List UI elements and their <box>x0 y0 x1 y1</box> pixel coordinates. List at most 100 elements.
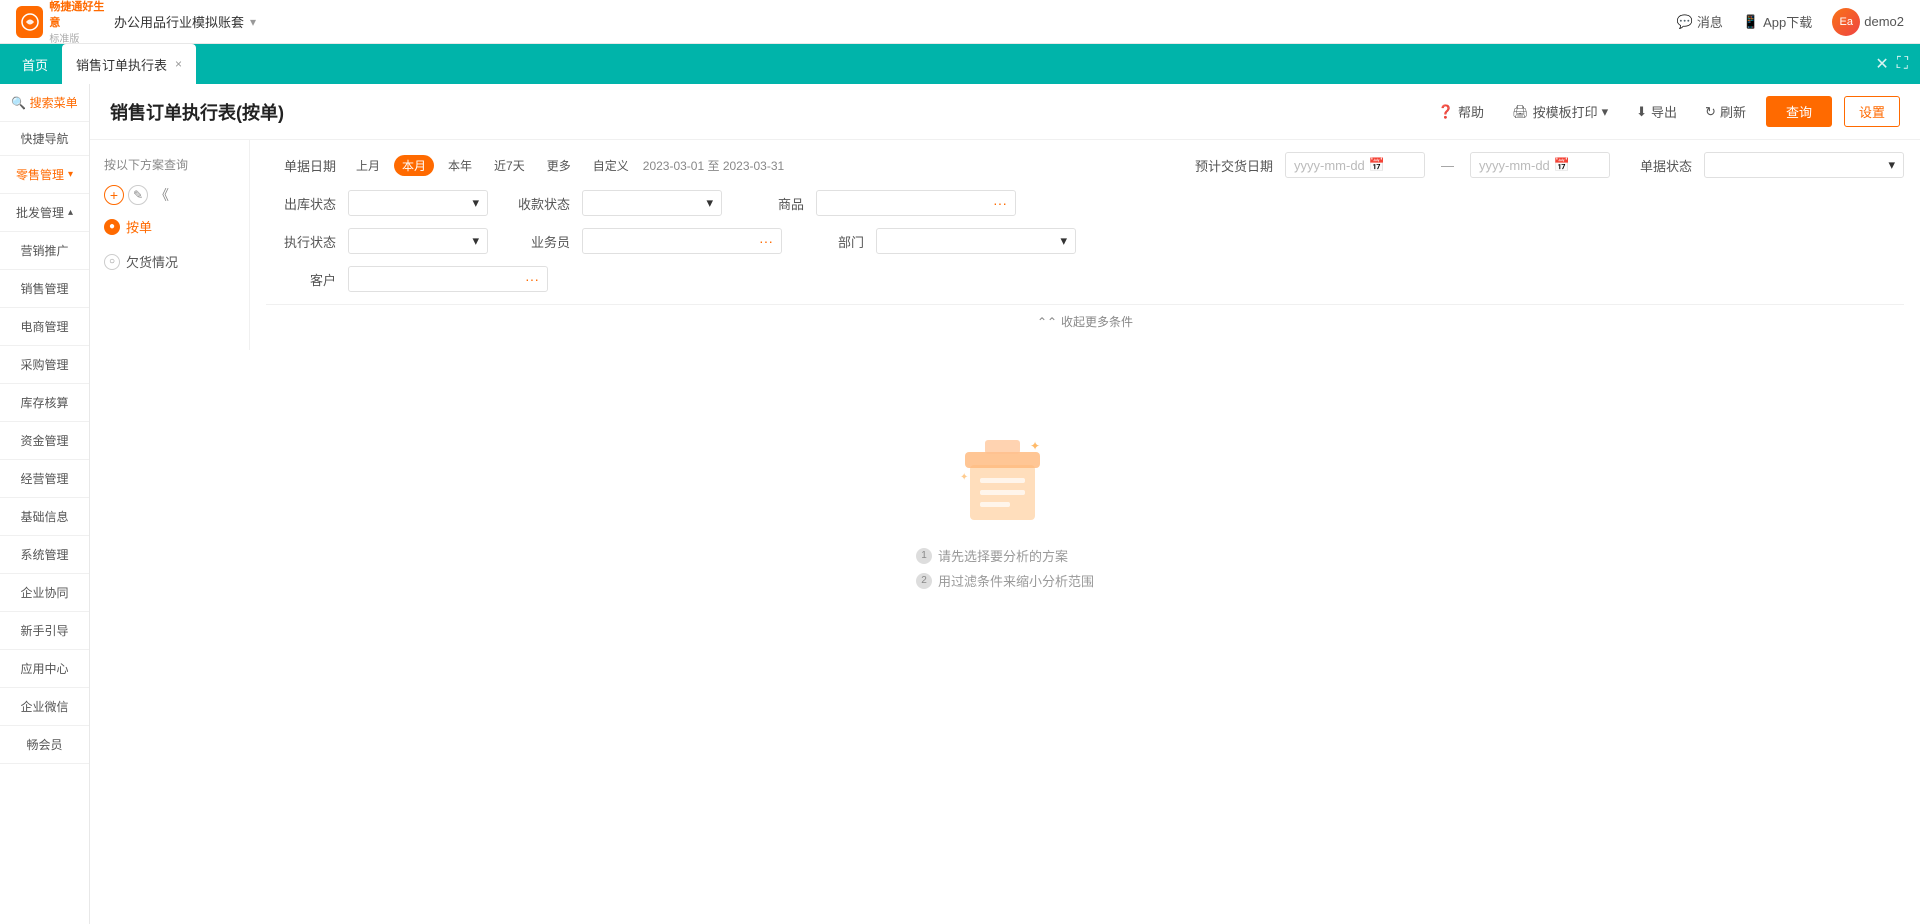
sidebar-item-ecom[interactable]: 电商管理 <box>0 308 89 346</box>
filter-main: 单据日期 上月 本月 本年 近7天 更多 自定义 2023-03-01 至 20… <box>250 140 1920 350</box>
salesperson-input[interactable]: ··· <box>582 228 782 254</box>
page-header: 销售订单执行表(按单) ❓ 帮助 🖨 按模板打印 ▾ ⬇ 导出 ↻ 刷新 <box>90 84 1920 140</box>
date-btn-this-year[interactable]: 本年 <box>440 155 480 176</box>
svg-text:✦: ✦ <box>1030 439 1040 453</box>
filter-add-button[interactable]: + <box>104 185 124 205</box>
date-range-text: 2023-03-01 至 2023-03-31 <box>643 157 784 174</box>
filter-row-1: 单据日期 上月 本月 本年 近7天 更多 自定义 2023-03-01 至 20… <box>266 152 1904 178</box>
tab-home[interactable]: 首页 <box>8 44 62 84</box>
chevron-down-icon: ▾ <box>1602 104 1609 120</box>
sidebar-item-enterprise[interactable]: 企业协同 <box>0 574 89 612</box>
date-btn-custom[interactable]: 自定义 <box>585 155 637 176</box>
payment-status-select[interactable]: ▾ <box>582 190 722 216</box>
collapse-row: ⌃⌃ 收起更多条件 <box>266 304 1904 338</box>
chevron-down-icon: ▾ <box>68 169 73 180</box>
sidebar-item-system[interactable]: 系统管理 <box>0 536 89 574</box>
app-download-button[interactable]: 📱 App下载 <box>1743 12 1812 31</box>
search-icon: 🔍 <box>11 96 26 110</box>
date-btn-more[interactable]: 更多 <box>539 155 579 176</box>
product-input[interactable]: ··· <box>816 190 1016 216</box>
tab-fullscreen-icon[interactable]: ⛶ <box>1897 55 1908 73</box>
tab-close-icon[interactable]: × <box>175 57 182 71</box>
breadcrumb-area: 办公用品行业模拟账套 ▾ <box>106 12 1677 31</box>
settings-button[interactable]: 设置 <box>1844 96 1900 127</box>
empty-hint-2: 2 用过滤条件来缩小分析范围 <box>916 571 1094 590</box>
customer-label: 客户 <box>266 270 336 289</box>
date-btn-last-month[interactable]: 上月 <box>348 155 388 176</box>
sidebar-item-wholesale[interactable]: 批发管理 ▴ <box>0 194 89 232</box>
empty-hint-1: 1 请先选择要分析的方案 <box>916 546 1068 565</box>
sidebar-item-retail[interactable]: 零售管理 ▾ <box>0 156 89 194</box>
print-button[interactable]: 🖨 按模板打印 ▾ <box>1504 98 1616 125</box>
tab-close-window-icon[interactable]: ✕ <box>1875 54 1888 74</box>
message-icon: 💬 <box>1677 14 1693 30</box>
sidebar-item-sales[interactable]: 销售管理 <box>0 270 89 308</box>
more-icon[interactable]: ··· <box>525 271 539 287</box>
chevron-down-icon[interactable]: ▾ <box>250 15 256 29</box>
shipping-status-label: 出库状态 <box>266 194 336 213</box>
sidebar-item-inventory[interactable]: 库存核算 <box>0 384 89 422</box>
sidebar-item-operations[interactable]: 经营管理 <box>0 460 89 498</box>
sidebar-item-marketing[interactable]: 营销推广 <box>0 232 89 270</box>
sidebar-item-finance[interactable]: 资金管理 <box>0 422 89 460</box>
date-btn-this-month[interactable]: 本月 <box>394 155 434 176</box>
empty-state: ✦ ✦ 1 请先选择要分析的方案 2 用过滤条件来缩小分析范围 <box>90 350 1920 670</box>
exec-status-select[interactable]: ▾ <box>348 228 488 254</box>
page-title: 销售订单执行表(按单) <box>110 99 284 125</box>
logo-text: 畅捷通好生意 标准版 <box>49 0 106 45</box>
customer-input[interactable]: ··· <box>348 266 548 292</box>
logo-icon <box>16 6 43 38</box>
product-label: 商品 <box>734 194 804 213</box>
more-icon[interactable]: ··· <box>759 233 773 249</box>
shipping-status-select[interactable]: ▾ <box>348 190 488 216</box>
message-button[interactable]: 💬 消息 <box>1677 12 1723 31</box>
sidebar-search[interactable]: 🔍 搜索菜单 <box>0 84 89 122</box>
main-layout: 🔍 搜索菜单 快捷导航 零售管理 ▾ 批发管理 ▴ 营销推广 销售管理 电商管理… <box>0 84 1920 924</box>
print-icon: 🖨 <box>1512 104 1529 120</box>
sidebar-item-newbie[interactable]: 新手引导 <box>0 612 89 650</box>
sidebar-item-wechat[interactable]: 企业微信 <box>0 688 89 726</box>
refresh-button[interactable]: ↻ 刷新 <box>1697 98 1754 125</box>
filter-sidebar: 按以下方案查询 + ✎ 《 ● 按单 ○ 欠货情况 <box>90 140 250 350</box>
expected-date-to[interactable]: yyyy-mm-dd 📅 <box>1470 152 1610 178</box>
chevron-down-icon: ▾ <box>472 195 479 211</box>
user-avatar-button[interactable]: Ea demo2 <box>1832 8 1904 36</box>
sidebar-item-appstore[interactable]: 应用中心 <box>0 650 89 688</box>
header-right: 💬 消息 📱 App下载 Ea demo2 <box>1677 8 1904 36</box>
dept-select[interactable]: ▾ <box>876 228 1076 254</box>
filter-collapse-button[interactable]: 《 <box>152 185 172 205</box>
top-header: 畅捷通好生意 标准版 办公用品行业模拟账套 ▾ 💬 消息 📱 App下载 Ea … <box>0 0 1920 44</box>
tab-bar: 首页 销售订单执行表 × ✕ ⛶ <box>0 44 1920 84</box>
help-button[interactable]: ❓ 帮助 <box>1430 98 1492 125</box>
date-label: 单据日期 <box>266 156 336 175</box>
filter-edit-button[interactable]: ✎ <box>128 185 148 205</box>
chevron-up-icon: ⌃⌃ <box>1037 315 1057 329</box>
inactive-dot-icon: ○ <box>104 254 120 270</box>
sidebar-item-base[interactable]: 基础信息 <box>0 498 89 536</box>
tab-bar-actions: ✕ ⛶ <box>1875 54 1920 74</box>
content-area: 销售订单执行表(按单) ❓ 帮助 🖨 按模板打印 ▾ ⬇ 导出 ↻ 刷新 <box>90 84 1920 924</box>
page-actions: ❓ 帮助 🖨 按模板打印 ▾ ⬇ 导出 ↻ 刷新 查询 设置 <box>1430 96 1900 127</box>
export-button[interactable]: ⬇ 导出 <box>1628 98 1685 125</box>
logo-area: 畅捷通好生意 标准版 <box>16 0 106 45</box>
exec-status-label: 执行状态 <box>266 232 336 251</box>
more-icon[interactable]: ··· <box>993 195 1007 211</box>
date-btn-7days[interactable]: 近7天 <box>486 155 533 176</box>
chevron-down-icon: ▾ <box>1888 157 1895 173</box>
avatar: Ea <box>1832 8 1860 36</box>
collapse-button[interactable]: ⌃⌃ 收起更多条件 <box>1037 313 1133 330</box>
doc-status-select[interactable]: ▾ <box>1704 152 1904 178</box>
filter-menu-by-debt[interactable]: ○ 欠货情况 <box>90 244 249 279</box>
expected-date-from[interactable]: yyyy-mm-dd 📅 <box>1285 152 1425 178</box>
active-dot-icon: ● <box>104 219 120 235</box>
sidebar-item-vip[interactable]: 畅会员 <box>0 726 89 764</box>
filter-sidebar-title: 按以下方案查询 <box>90 152 249 181</box>
filter-row-3: 执行状态 ▾ 业务员 ··· 部门 ▾ <box>266 228 1904 254</box>
sidebar-item-purchase[interactable]: 采购管理 <box>0 346 89 384</box>
filter-row-4: 客户 ··· <box>266 266 1904 292</box>
expected-delivery-label: 预计交货日期 <box>1195 156 1273 175</box>
sidebar-item-quick-nav[interactable]: 快捷导航 <box>0 122 89 156</box>
query-button[interactable]: 查询 <box>1766 96 1832 127</box>
filter-menu-by-order[interactable]: ● 按单 <box>90 209 249 244</box>
tab-sales-exec[interactable]: 销售订单执行表 × <box>62 44 196 84</box>
